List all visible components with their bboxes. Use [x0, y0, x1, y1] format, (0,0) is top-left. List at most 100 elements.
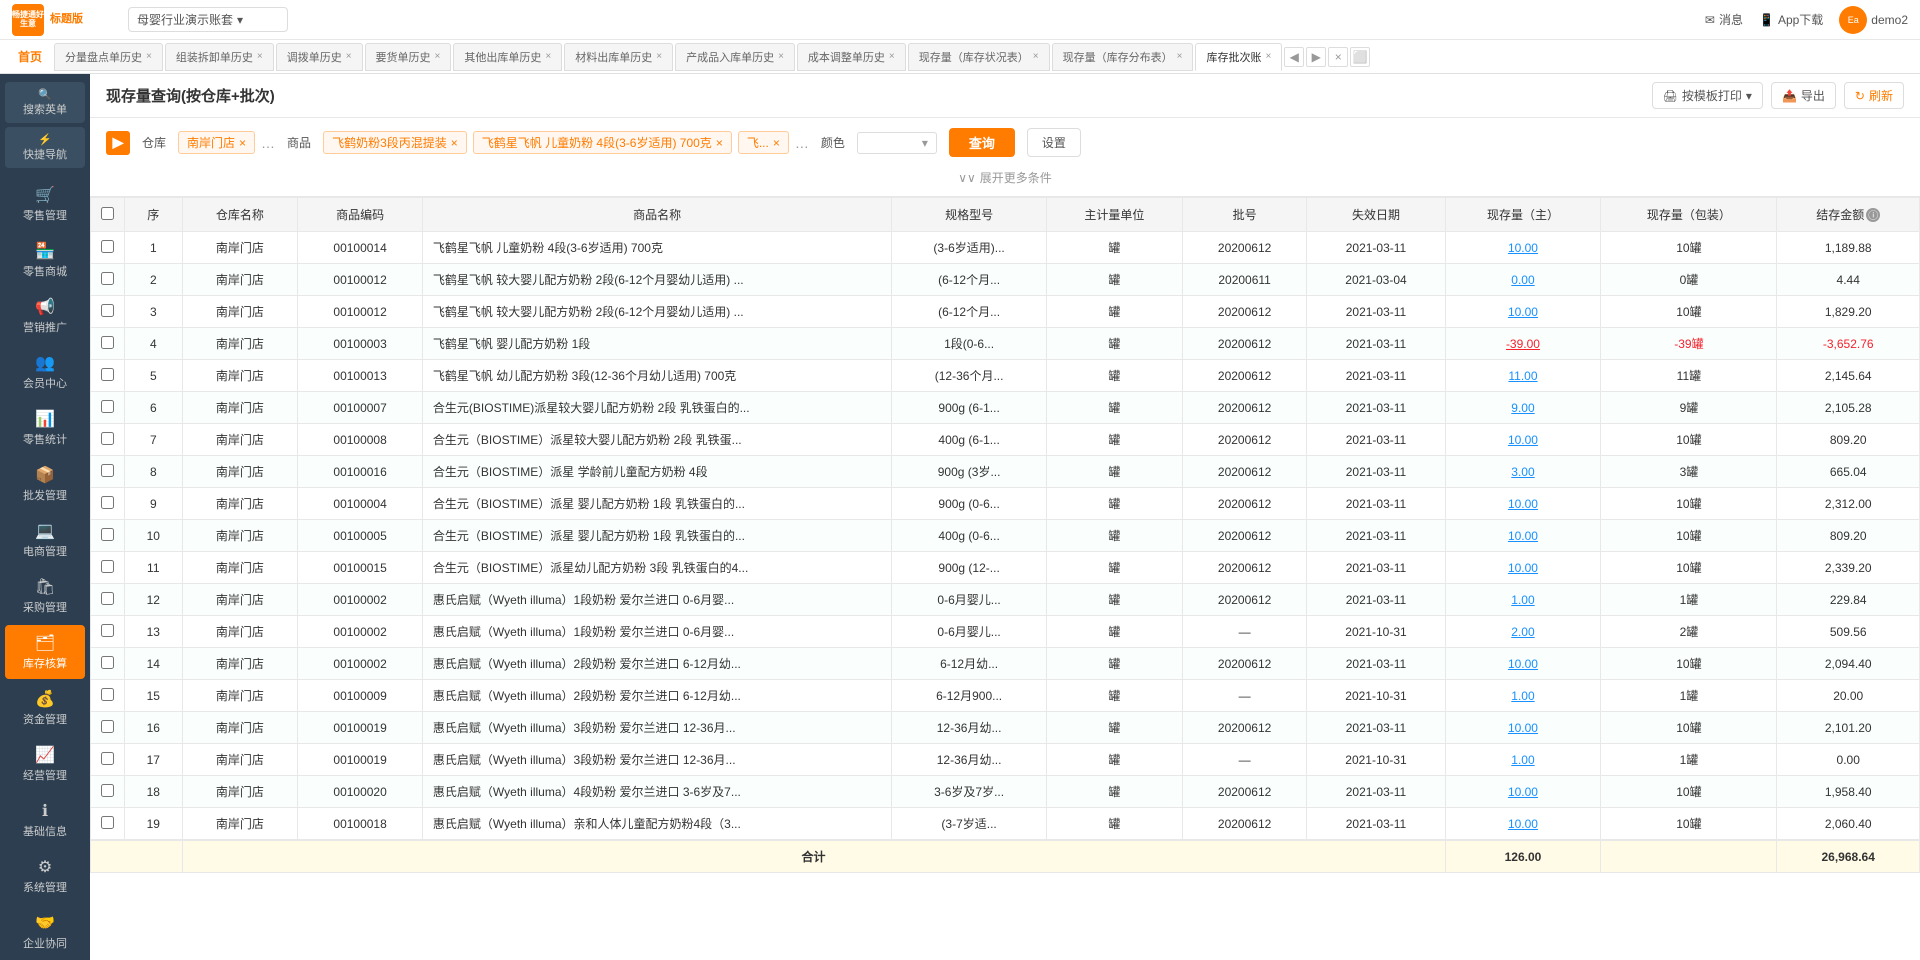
tab-prev-arrow[interactable]: ◀	[1284, 47, 1304, 67]
row-checkbox[interactable]	[101, 720, 114, 733]
td-checkbox[interactable]	[91, 456, 125, 488]
query-button[interactable]: 查询	[949, 128, 1015, 157]
goods-tag-g3-close-icon[interactable]: ×	[773, 136, 780, 150]
export-button[interactable]: 📤 导出	[1771, 82, 1836, 109]
tab-close-icon[interactable]: ×	[1177, 51, 1183, 62]
sidebar-item-wholesale-mgmt[interactable]: 📦 批发管理	[5, 457, 85, 511]
td-checkbox[interactable]	[91, 424, 125, 456]
sidebar-item-retail-mgmt[interactable]: 🛒 零售管理	[5, 177, 85, 231]
td-qty-main[interactable]: 2.00	[1445, 616, 1601, 648]
tab-close-icon[interactable]: ×	[778, 51, 784, 62]
warehouse-ellipsis[interactable]: …	[261, 135, 275, 151]
td-checkbox[interactable]	[91, 552, 125, 584]
row-checkbox[interactable]	[101, 592, 114, 605]
row-checkbox[interactable]	[101, 368, 114, 381]
td-qty-main[interactable]: 10.00	[1445, 488, 1601, 520]
td-qty-main[interactable]: 10.00	[1445, 424, 1601, 456]
row-checkbox[interactable]	[101, 336, 114, 349]
mother-baby-selector[interactable]: 母婴行业演示账套 ▾	[128, 7, 288, 32]
tab-close-icon[interactable]: ×	[1265, 51, 1271, 62]
goods-tag-g1-close-icon[interactable]: ×	[451, 136, 458, 150]
sidebar-item-inventory[interactable]: 🗂 库存核算	[5, 625, 85, 679]
tab-close-icon[interactable]: ×	[346, 51, 352, 62]
sidebar-item-marketing[interactable]: 📢 营销推广	[5, 289, 85, 343]
sidebar-item-operations[interactable]: 📈 经营管理	[5, 737, 85, 791]
amount-info-icon[interactable]: ⓘ	[1866, 208, 1880, 222]
sidebar-item-basic-info[interactable]: ℹ 基础信息	[5, 793, 85, 847]
td-checkbox[interactable]	[91, 296, 125, 328]
row-checkbox[interactable]	[101, 784, 114, 797]
sidebar-item-member-center[interactable]: 👥 会员中心	[5, 345, 85, 399]
td-qty-main[interactable]: 10.00	[1445, 232, 1601, 264]
row-checkbox[interactable]	[101, 496, 114, 509]
tab-diao-bo[interactable]: 调拨单历史 ×	[276, 43, 363, 71]
sidebar-item-purchase-mgmt[interactable]: 🛍 采购管理	[5, 569, 85, 623]
tab-xian-cun-fenpei[interactable]: 现存量（库存分布表） ×	[1052, 43, 1194, 71]
tab-close-icon[interactable]: ×	[257, 51, 263, 62]
row-checkbox[interactable]	[101, 528, 114, 541]
tab-home[interactable]: 首页	[8, 43, 52, 71]
td-qty-main[interactable]: 10.00	[1445, 296, 1601, 328]
refresh-button[interactable]: ↻ 刷新	[1844, 82, 1904, 109]
row-checkbox[interactable]	[101, 400, 114, 413]
td-checkbox[interactable]	[91, 712, 125, 744]
tab-close-icon[interactable]: ×	[656, 51, 662, 62]
td-qty-main[interactable]: 10.00	[1445, 520, 1601, 552]
td-checkbox[interactable]	[91, 680, 125, 712]
td-qty-main[interactable]: 10.00	[1445, 648, 1601, 680]
td-checkbox[interactable]	[91, 520, 125, 552]
sidebar-item-retail-stats[interactable]: 📊 零售统计	[5, 401, 85, 455]
row-checkbox[interactable]	[101, 464, 114, 477]
tab-zu-he[interactable]: 组装拆卸单历史 ×	[165, 43, 274, 71]
tab-close-icon[interactable]: ×	[146, 51, 152, 62]
td-qty-main[interactable]: 10.00	[1445, 552, 1601, 584]
tab-qi-ta-chu[interactable]: 其他出库单历史 ×	[453, 43, 562, 71]
td-checkbox[interactable]	[91, 808, 125, 841]
td-checkbox[interactable]	[91, 648, 125, 680]
print-button[interactable]: 🖨 按模板打印 ▾	[1652, 82, 1763, 109]
td-qty-main[interactable]: 1.00	[1445, 584, 1601, 616]
goods-tag-g2[interactable]: 飞鹤星飞帆 儿童奶粉 4段(3-6岁适用) 700克 ×	[473, 131, 732, 154]
sidebar-item-enterprise[interactable]: 🤝 企业协同	[5, 905, 85, 959]
warehouse-tag-close-icon[interactable]: ×	[239, 136, 246, 150]
th-checkbox[interactable]	[91, 198, 125, 232]
tab-next-arrow[interactable]: ▶	[1306, 47, 1326, 67]
tab-xian-cun-kucun[interactable]: 现存量（库存状况表） ×	[908, 43, 1050, 71]
row-checkbox[interactable]	[101, 272, 114, 285]
td-qty-main[interactable]: 9.00	[1445, 392, 1601, 424]
td-qty-main[interactable]: -39.00	[1445, 328, 1601, 360]
td-checkbox[interactable]	[91, 776, 125, 808]
filter-expand-icon[interactable]: ▶	[106, 131, 130, 155]
sidebar-item-ecommerce[interactable]: 💻 电商管理	[5, 513, 85, 567]
row-checkbox[interactable]	[101, 624, 114, 637]
select-all-checkbox[interactable]	[101, 207, 114, 220]
td-qty-main[interactable]: 1.00	[1445, 680, 1601, 712]
tab-close-icon[interactable]: ×	[435, 51, 441, 62]
message-action[interactable]: ✉ 消息	[1705, 11, 1743, 28]
row-checkbox[interactable]	[101, 656, 114, 669]
td-checkbox[interactable]	[91, 616, 125, 648]
td-checkbox[interactable]	[91, 584, 125, 616]
sidebar-item-retail-mall[interactable]: 🏪 零售商城	[5, 233, 85, 287]
user-area[interactable]: Ea demo2	[1839, 6, 1908, 34]
app-download-action[interactable]: 📱 App下载	[1759, 11, 1823, 28]
color-dropdown[interactable]: ▾	[857, 132, 937, 154]
td-qty-main[interactable]: 3.00	[1445, 456, 1601, 488]
td-qty-main[interactable]: 10.00	[1445, 808, 1601, 841]
tab-close-all[interactable]: ×	[1328, 47, 1348, 67]
goods-tag-g2-close-icon[interactable]: ×	[716, 136, 723, 150]
td-checkbox[interactable]	[91, 360, 125, 392]
td-checkbox[interactable]	[91, 264, 125, 296]
sidebar-item-finance[interactable]: 💰 资金管理	[5, 681, 85, 735]
tab-maximize[interactable]: ⬜	[1350, 47, 1370, 67]
td-qty-main[interactable]: 10.00	[1445, 712, 1601, 744]
td-checkbox[interactable]	[91, 488, 125, 520]
td-checkbox[interactable]	[91, 392, 125, 424]
td-checkbox[interactable]	[91, 744, 125, 776]
row-checkbox[interactable]	[101, 240, 114, 253]
td-qty-main[interactable]: 10.00	[1445, 776, 1601, 808]
td-qty-main[interactable]: 1.00	[1445, 744, 1601, 776]
row-checkbox[interactable]	[101, 752, 114, 765]
sidebar-item-search[interactable]: 🔍 搜索英单	[5, 82, 85, 123]
tab-cheng-ben[interactable]: 成本调整单历史 ×	[797, 43, 906, 71]
